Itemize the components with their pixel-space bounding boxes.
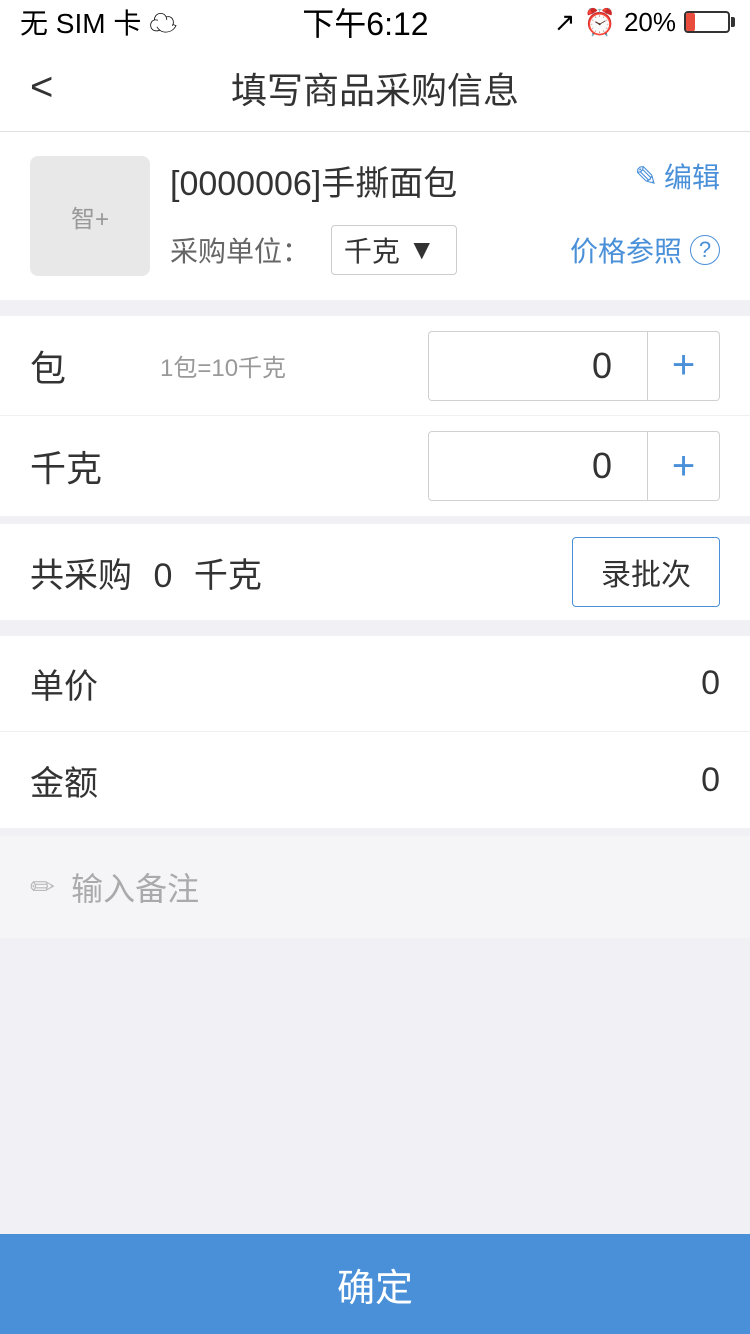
total-unit: 千克 [194,557,262,595]
price-ref-label: 价格参照 [570,230,682,270]
unit-price-label: 单价 [30,659,98,708]
kg-plus-button[interactable]: + [648,431,720,501]
battery-percent: 20% [624,7,676,38]
product-thumbnail: 智+ [30,156,150,276]
price-info-section: 单价 0 金额 0 [0,636,750,828]
status-bar: 无 SIM 卡 ☁ 下午6:12 ↗ ⏰ 20% [0,0,750,44]
unit-label: 采购单位： [170,236,310,267]
bao-sublabel: 1包=10千克 [160,348,286,383]
bao-input[interactable] [428,331,648,401]
divider-1 [0,308,750,316]
edit-button[interactable]: ✎ 编辑 [635,156,720,196]
unit-price-row: 单价 0 [0,636,750,732]
battery-icon [684,11,730,33]
kg-row: 千克 + [0,416,750,516]
location-icon: ↗ [554,7,576,38]
unit-price-value: 0 [701,664,720,703]
amount-label: 金额 [30,756,98,805]
bao-row: 包 1包=10千克 + [0,316,750,416]
thumbnail-label: 智+ [71,199,109,234]
note-section[interactable]: ✏ 输入备注 [0,836,750,938]
kg-input-wrap: + [150,431,720,501]
edit-icon: ✎ [635,160,658,193]
total-row: 共采购 0 千克 录批次 [0,524,750,620]
product-unit: 采购单位： 千克 ▼ 价格参照 ? [170,225,720,275]
nav-bar: < 填写商品采购信息 [0,44,750,132]
edit-label: 编辑 [664,156,720,196]
divider-2 [0,628,750,636]
chevron-down-icon: ▼ [408,234,436,266]
status-right: ↗ ⏰ 20% [554,7,730,38]
batch-button[interactable]: 录批次 [572,537,720,607]
product-header: [0000006]手撕面包 ✎ 编辑 [170,156,720,205]
unit-select[interactable]: 千克 ▼ [331,225,457,275]
battery-fill [686,13,695,31]
content-area: 智+ [0000006]手撕面包 ✎ 编辑 采购单位： 千克 ▼ [0,132,750,1046]
kg-label: 千克 [30,440,150,492]
bao-input-wrap: + [286,331,720,401]
status-left: 无 SIM 卡 ☁ [20,2,177,42]
total-label: 共采购 [30,557,132,595]
status-time: 下午6:12 [302,0,428,45]
alarm-icon: ⏰ [584,7,616,38]
kg-input[interactable] [428,431,648,501]
amount-value: 0 [701,761,720,800]
back-button[interactable]: < [30,55,73,120]
total-section: 共采购 0 千克 录批次 [0,524,750,620]
product-info: [0000006]手撕面包 ✎ 编辑 采购单位： 千克 ▼ 价格参照 ? [170,156,720,275]
quantities-section: 包 1包=10千克 + 千克 + [0,316,750,516]
pencil-icon: ✏ [30,870,55,905]
unit-left: 采购单位： 千克 ▼ [170,225,457,275]
page-title: 填写商品采购信息 [231,62,519,114]
total-text: 共采购 0 千克 [30,548,262,597]
price-ref-button[interactable]: 价格参照 ? [570,230,720,270]
product-card: 智+ [0000006]手撕面包 ✎ 编辑 采购单位： 千克 ▼ [0,132,750,308]
total-amount: 0 [153,557,172,595]
bao-plus-button[interactable]: + [648,331,720,401]
unit-value: 千克 [344,230,400,270]
bao-label: 包 [30,340,150,392]
note-placeholder: 输入备注 [71,864,199,910]
amount-row: 金额 0 [0,732,750,828]
sim-status: 无 SIM 卡 ☁ [20,2,177,42]
info-icon: ? [690,235,720,265]
confirm-button[interactable]: 确定 [0,1234,750,1334]
product-name: [0000006]手撕面包 [170,156,457,205]
